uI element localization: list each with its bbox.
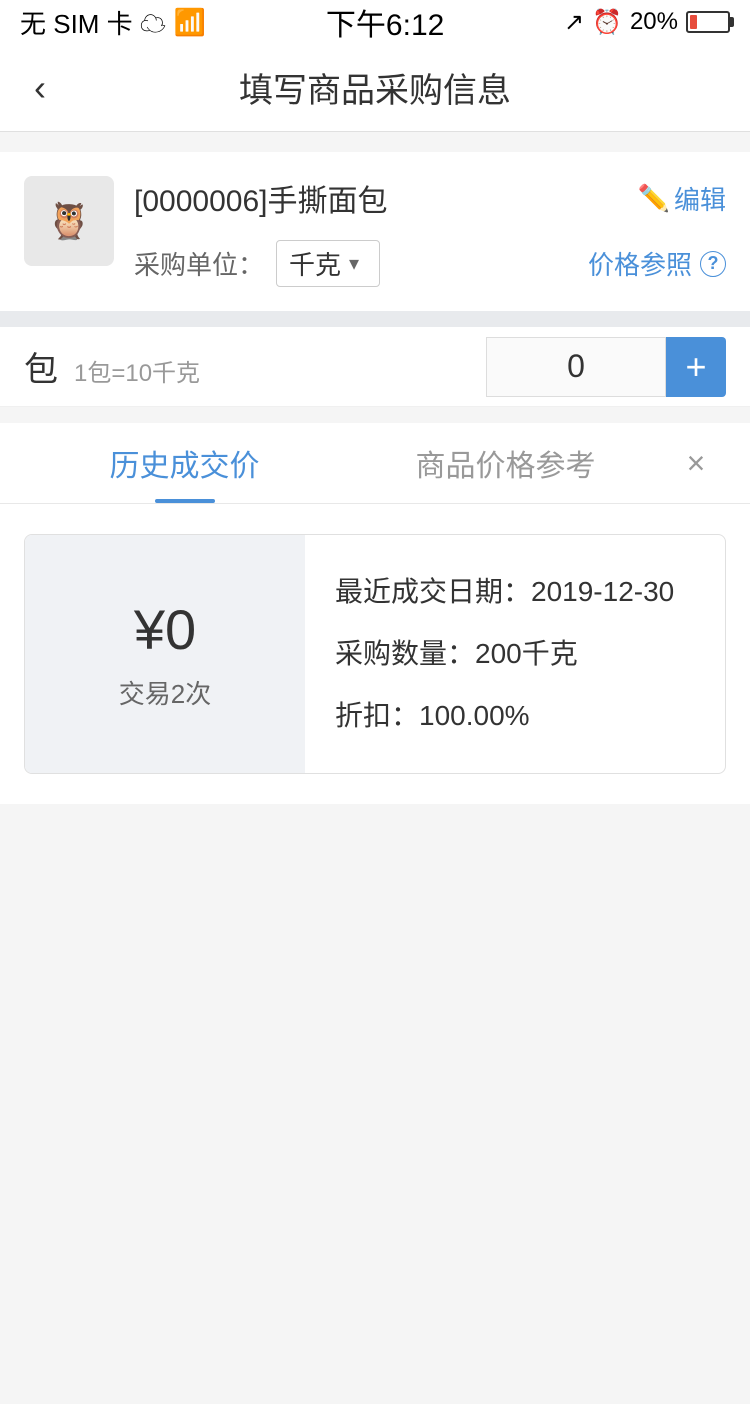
- quantity-label: 包 1包=10千克: [24, 342, 200, 391]
- price-card: ¥0 交易2次 最近成交日期：2019-12-30 采购数量：200千克 折扣：…: [24, 534, 726, 774]
- tab-content: ¥0 交易2次 最近成交日期：2019-12-30 采购数量：200千克 折扣：…: [0, 504, 750, 804]
- unit-value: 千克: [289, 245, 341, 282]
- quantity-controls: 0 +: [486, 337, 726, 397]
- trade-count: 交易2次: [119, 674, 211, 711]
- currency-symbol: ¥: [134, 598, 165, 661]
- price-details: 最近成交日期：2019-12-30 采购数量：200千克 折扣：100.00%: [305, 535, 725, 773]
- recent-date-label: 最近成交日期：: [335, 576, 531, 607]
- recent-date-row: 最近成交日期：2019-12-30: [335, 571, 695, 613]
- unit-label: 采购单位：: [134, 245, 264, 282]
- status-time: 下午6:12: [326, 0, 444, 44]
- price-reference-button[interactable]: 价格参照 ?: [588, 245, 726, 282]
- price-amount: ¥0: [134, 597, 196, 662]
- discount-value: 100.00%: [419, 700, 530, 731]
- alarm-icon: ⏰: [592, 8, 622, 37]
- back-button[interactable]: ‹: [24, 57, 56, 119]
- price-summary: ¥0 交易2次: [25, 535, 305, 773]
- section-divider: [0, 311, 750, 327]
- recent-date-value: 2019-12-30: [531, 576, 674, 607]
- tab-product-price-ref[interactable]: 商品价格参考: [345, 423, 666, 503]
- tabs-section: 历史成交价 商品价格参考 × ¥0 交易2次 最近成交日期：2019-12-30…: [0, 423, 750, 804]
- purchase-qty-label: 采购数量：: [335, 638, 475, 669]
- location-icon: ↗: [564, 8, 584, 37]
- product-info: [0000006]手撕面包 ✏️ 编辑 采购单位： 千克 ▾ 价格参照 ?: [134, 176, 726, 287]
- tab-close-button[interactable]: ×: [666, 423, 726, 503]
- battery-icon: [686, 11, 730, 33]
- status-bar: 无 SIM 卡 ☁ 📶 下午6:12 ↗ ⏰ 20%: [0, 0, 750, 44]
- status-right: ↗ ⏰ 20%: [564, 8, 730, 37]
- edit-label: 编辑: [674, 180, 726, 217]
- discount-label: 折扣：: [335, 700, 419, 731]
- price-ref-help-icon: ?: [700, 251, 726, 277]
- wifi-icon: 📶: [174, 7, 206, 38]
- quantity-plus-button[interactable]: +: [666, 337, 726, 397]
- quantity-unit: 包: [24, 342, 58, 391]
- product-name-row: [0000006]手撕面包 ✏️ 编辑: [134, 176, 726, 220]
- price-value: 0: [165, 598, 196, 661]
- price-ref-label: 价格参照: [588, 245, 692, 282]
- quantity-input[interactable]: 0: [486, 337, 666, 397]
- quantity-row: 包 1包=10千克 0 +: [0, 327, 750, 407]
- tabs-header: 历史成交价 商品价格参考 ×: [0, 423, 750, 504]
- tab-product-price-ref-label: 商品价格参考: [416, 441, 596, 485]
- edit-icon: ✏️: [638, 183, 670, 214]
- product-name: [0000006]手撕面包: [134, 176, 387, 220]
- unit-select[interactable]: 千克 ▾: [276, 240, 380, 287]
- tab-history-price-label: 历史成交价: [110, 441, 260, 485]
- nav-bar: ‹ 填写商品采购信息: [0, 44, 750, 132]
- battery-fill: [690, 15, 697, 29]
- product-thumbnail: 🦉: [24, 176, 114, 266]
- page-title: 填写商品采购信息: [239, 63, 511, 112]
- tab-history-price[interactable]: 历史成交价: [24, 423, 345, 503]
- main-content: [0, 804, 750, 1404]
- dropdown-arrow-icon: ▾: [349, 251, 359, 276]
- product-image: 🦉: [47, 203, 92, 239]
- edit-button[interactable]: ✏️ 编辑: [638, 180, 726, 217]
- status-left: 无 SIM 卡 ☁ 📶: [20, 4, 206, 41]
- discount-row: 折扣：100.00%: [335, 695, 695, 737]
- purchase-qty-row: 采购数量：200千克: [335, 633, 695, 675]
- quantity-conversion: 1包=10千克: [74, 353, 200, 388]
- purchase-qty-value: 200千克: [475, 638, 578, 669]
- product-card: 🦉 [0000006]手撕面包 ✏️ 编辑 采购单位： 千克 ▾ 价格参照 ?: [0, 152, 750, 311]
- unit-selector-group: 采购单位： 千克 ▾: [134, 240, 380, 287]
- battery-label: 20%: [630, 8, 678, 36]
- product-unit-row: 采购单位： 千克 ▾ 价格参照 ?: [134, 240, 726, 287]
- signal-label: 无 SIM 卡 ☁: [20, 4, 166, 41]
